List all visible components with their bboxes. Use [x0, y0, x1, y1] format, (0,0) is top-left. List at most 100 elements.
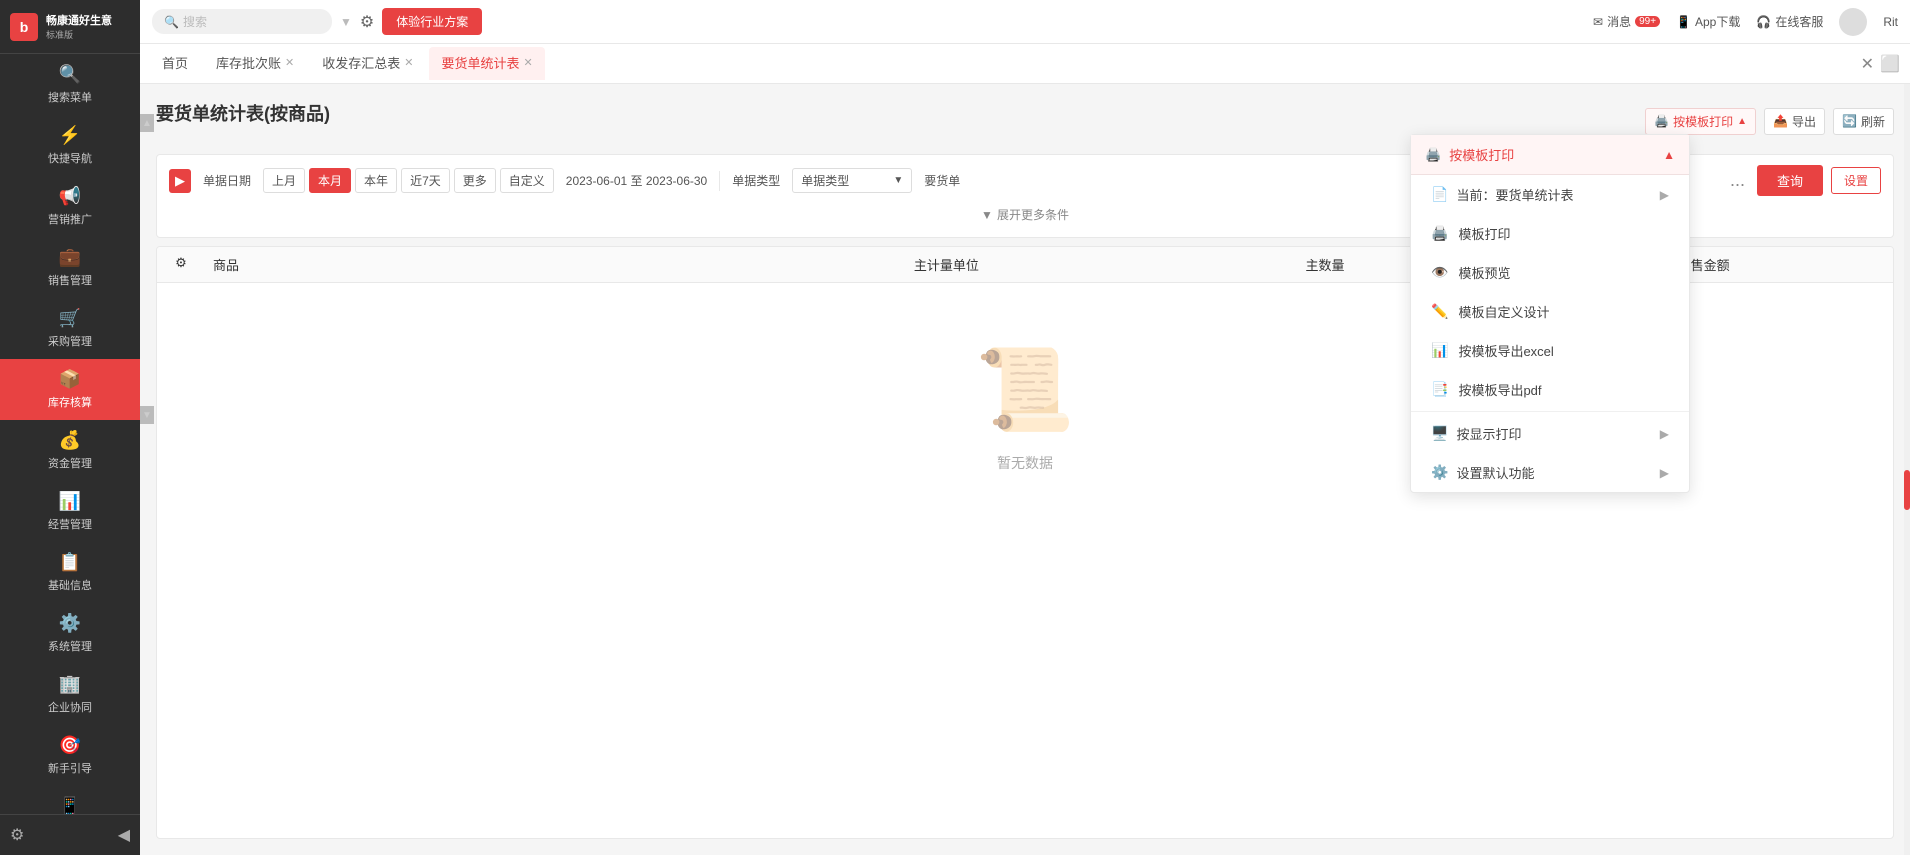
print-template-button[interactable]: 🖨️ 按模板打印 ▲: [1645, 108, 1756, 135]
date-btn-this-month[interactable]: 本月: [309, 168, 351, 193]
sidebar-item-marketing[interactable]: 📢 营销推广: [0, 176, 140, 237]
headset-icon: 🎧: [1756, 15, 1771, 29]
message-badge: 99+: [1635, 16, 1660, 27]
empty-text: 暂无数据: [997, 453, 1053, 473]
tab-maximize-button[interactable]: ⬜: [1880, 54, 1900, 74]
expand-conditions-button[interactable]: ▼ 展开更多条件: [969, 202, 1081, 227]
more-options-button[interactable]: ...: [1726, 166, 1749, 195]
select-arrow-icon: ▼: [893, 175, 903, 186]
sidebar-item-app-center[interactable]: 📱 应用中心: [0, 786, 140, 814]
sidebar-item-newbie[interactable]: 🎯 新手引导: [0, 725, 140, 786]
logo-icon: b: [10, 13, 38, 41]
sidebar: b 畅康通好生意 标准版 ▲ ▼ 🔍 搜索菜单 ⚡ 快捷导航 📢 营销推广 💼 …: [0, 0, 140, 855]
sidebar-item-finance[interactable]: 💰 资金管理: [0, 420, 140, 481]
date-filter-label: 单据日期: [203, 172, 251, 189]
search-bar[interactable]: 🔍 搜索: [152, 9, 332, 34]
user-avatar[interactable]: [1839, 8, 1867, 36]
sidebar-item-search[interactable]: 🔍 搜索菜单: [0, 54, 140, 115]
date-btn-custom[interactable]: 自定义: [500, 168, 554, 193]
tab-close-receipt-summary[interactable]: ✕: [404, 56, 413, 69]
order-type-select[interactable]: 单据类型 ▼: [792, 168, 912, 193]
scrollbar-track: [1904, 84, 1910, 855]
message-item[interactable]: ✉ 消息 99+: [1593, 13, 1660, 30]
refresh-button[interactable]: 🔄 刷新: [1833, 108, 1894, 135]
dropdown-template-design[interactable]: ✏️ 模板自定义设计: [1411, 292, 1689, 331]
tab-home[interactable]: 首页: [150, 47, 200, 80]
tab-close-order-stats[interactable]: ✕: [524, 56, 533, 69]
app-download-item[interactable]: 📱 App下载: [1676, 13, 1740, 30]
sidebar-item-quick-nav[interactable]: ⚡ 快捷导航: [0, 115, 140, 176]
dropdown-template-preview[interactable]: 👁️ 模板预览: [1411, 253, 1689, 292]
marketing-icon: 📢: [59, 186, 81, 207]
col-unit: 主计量单位: [757, 247, 1136, 282]
collapse-icon[interactable]: ◀: [118, 825, 130, 845]
sidebar-item-basic-info[interactable]: 📋 基础信息: [0, 542, 140, 603]
sidebar-item-enterprise[interactable]: 🏢 企业协同: [0, 664, 140, 725]
trial-button[interactable]: 体验行业方案: [382, 8, 482, 35]
message-icon: ✉: [1593, 15, 1603, 29]
basic-info-icon: 📋: [59, 552, 81, 573]
sidebar-item-purchase[interactable]: 🛒 采购管理: [0, 298, 140, 359]
operations-icon: 📊: [59, 491, 81, 512]
system-icon: ⚙️: [59, 613, 81, 634]
sidebar-item-inventory[interactable]: 📦 库存核算: [0, 359, 140, 420]
sidebar-scroll-up[interactable]: ▲: [140, 114, 154, 132]
sidebar-item-system[interactable]: ⚙️ 系统管理: [0, 603, 140, 664]
order-type-label: 单据类型: [732, 172, 780, 189]
search-icon: 🔍: [164, 15, 179, 29]
order-goods-label: 要货单: [924, 172, 960, 189]
page-title: 要货单统计表(按商品): [156, 100, 330, 126]
header-right: ✉ 消息 99+ 📱 App下载 🎧 在线客服 Rit: [1593, 8, 1898, 36]
inventory-icon: 📦: [59, 369, 81, 390]
sales-icon: 💼: [59, 247, 81, 268]
date-btn-this-year[interactable]: 本年: [355, 168, 397, 193]
dropdown-current-item[interactable]: 📄 当前：要货单统计表 ▶: [1411, 175, 1689, 214]
date-btn-more[interactable]: 更多: [454, 168, 496, 193]
online-service-item[interactable]: 🎧 在线客服: [1756, 13, 1823, 30]
set-default-icon: ⚙️: [1431, 464, 1448, 481]
empty-illustration: 📜: [975, 343, 1075, 437]
template-print-icon: 🖨️: [1431, 225, 1448, 242]
filter-expand-icon[interactable]: ▶: [169, 169, 191, 193]
scrollbar-thumb[interactable]: [1904, 470, 1910, 510]
chevron-up-icon: ▲: [1737, 116, 1747, 127]
tab-order-stats[interactable]: 要货单统计表 ✕: [429, 47, 544, 80]
template-design-icon: ✏️: [1431, 303, 1448, 320]
arrow-right-icon-2: ▶: [1660, 427, 1669, 441]
gear-icon[interactable]: ⚙: [360, 12, 374, 32]
date-buttons: 上月 本月 本年 近7天 更多 自定义: [263, 168, 554, 193]
arrow-right-icon: ▶: [1660, 188, 1669, 202]
tab-batch-account[interactable]: 库存批次账 ✕: [204, 47, 306, 80]
template-preview-icon: 👁️: [1431, 264, 1448, 281]
top-header: 🔍 搜索 ▼ ⚙ 体验行业方案 ✉ 消息 99+ 📱 App下载 🎧 在线客服 …: [140, 0, 1910, 44]
sidebar-scroll-down[interactable]: ▼: [140, 406, 154, 424]
sidebar-item-operations[interactable]: 📊 经营管理: [0, 481, 140, 542]
finance-icon: 💰: [59, 430, 81, 451]
dropdown-export-excel[interactable]: 📊 按模板导出excel: [1411, 331, 1689, 370]
enterprise-icon: 🏢: [59, 674, 81, 695]
search-icon: 🔍: [59, 64, 81, 85]
date-btn-last-month[interactable]: 上月: [263, 168, 305, 193]
export-button[interactable]: 📤 导出: [1764, 108, 1825, 135]
settings-button[interactable]: 设置: [1831, 167, 1881, 194]
dropdown-template-print[interactable]: 🖨️ 模板打印: [1411, 214, 1689, 253]
dropdown-display-print[interactable]: 🖥️ 按显示打印 ▶: [1411, 414, 1689, 453]
dropdown-export-pdf[interactable]: 📑 按模板导出pdf: [1411, 370, 1689, 409]
col-settings[interactable]: ⚙: [157, 247, 205, 282]
date-btn-7days[interactable]: 近7天: [401, 168, 450, 193]
query-button[interactable]: 查询: [1757, 165, 1823, 196]
tab-receipt-summary[interactable]: 收发存汇总表 ✕: [310, 47, 425, 80]
tab-close-all-button[interactable]: ✕: [1861, 54, 1874, 74]
dropdown-arrow[interactable]: ▼: [340, 15, 352, 29]
newbie-icon: 🎯: [59, 735, 81, 756]
settings-icon[interactable]: ⚙: [10, 825, 24, 845]
purchase-icon: 🛒: [59, 308, 81, 329]
current-template-icon: 📄: [1431, 186, 1448, 203]
sidebar-item-sales[interactable]: 💼 销售管理: [0, 237, 140, 298]
printer-header-icon: 🖨️: [1425, 147, 1441, 163]
dropdown-header[interactable]: 🖨️ 按模板打印 ▲: [1411, 135, 1689, 175]
tab-close-batch-account[interactable]: ✕: [285, 56, 294, 69]
dropdown-set-default[interactable]: ⚙️ 设置默认功能 ▶: [1411, 453, 1689, 492]
tab-bar-actions: ✕ ⬜: [1861, 54, 1900, 74]
quick-nav-icon: ⚡: [59, 125, 81, 146]
